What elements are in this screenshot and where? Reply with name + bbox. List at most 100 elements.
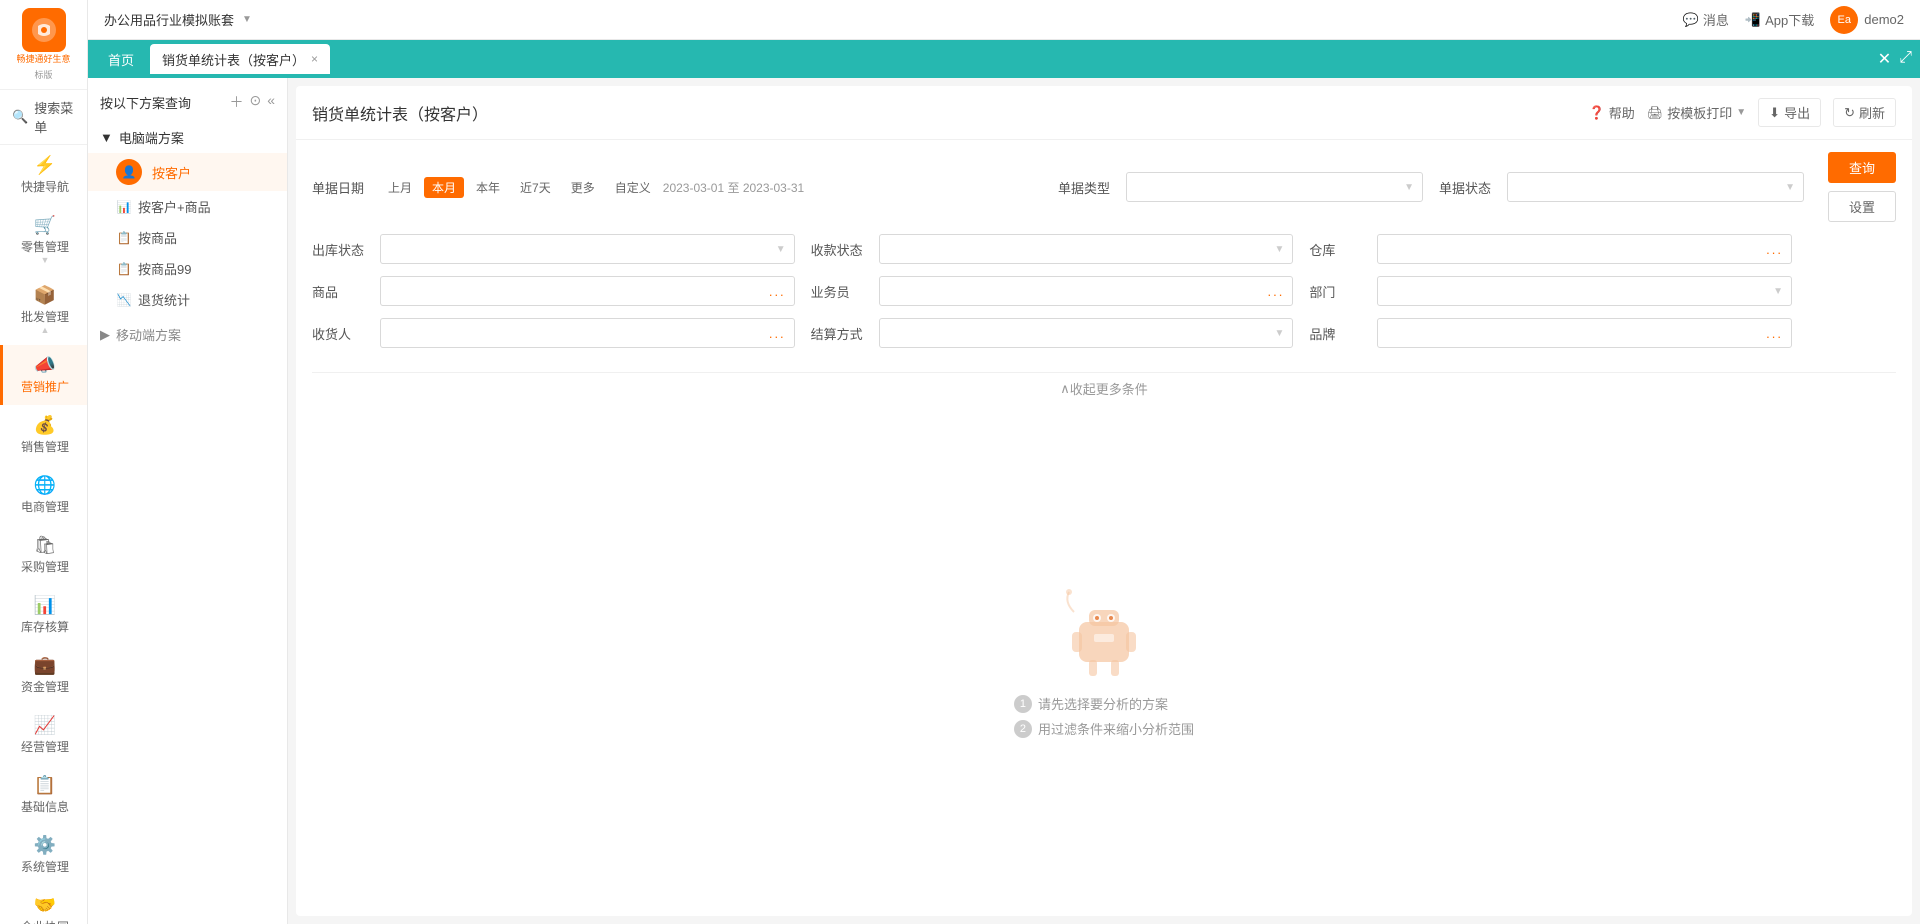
- message-btn[interactable]: 💬 消息: [1683, 10, 1729, 29]
- scheme-group-desktop: ▼ 电脑端方案 👤 按客户 📊 按客户+商品 📋 按商品: [88, 122, 287, 315]
- date-tab-custom[interactable]: 自定义: [607, 177, 659, 198]
- chart-scheme-icon: 📊: [116, 199, 132, 215]
- logo-area: 畅捷通好生意 标版: [0, 0, 87, 90]
- help-btn[interactable]: ❓ 帮助: [1589, 103, 1635, 122]
- type-input[interactable]: ▼: [1126, 172, 1423, 202]
- tab-close-icon[interactable]: ×: [311, 52, 318, 66]
- avatar-text: Ea: [1838, 14, 1851, 26]
- settings-scheme-btn[interactable]: ⊙: [249, 92, 261, 112]
- settlement-dropdown-arrow: ▼: [1274, 328, 1284, 339]
- status-input[interactable]: ▼: [1507, 172, 1804, 202]
- filter-outstatus: 出库状态 ▼: [312, 234, 795, 264]
- filter-status: 单据状态 ▼: [1439, 172, 1804, 202]
- empty-state: 1 请先选择要分析的方案 2 用过滤条件来缩小分析范围: [296, 404, 1912, 916]
- settlement-input[interactable]: ▼: [879, 318, 1294, 348]
- setting-button[interactable]: 设置: [1828, 191, 1896, 222]
- department-input[interactable]: ▼: [1377, 276, 1792, 306]
- sidebar-item-cooperation[interactable]: 🤝 企业协同: [0, 885, 87, 924]
- tab-home[interactable]: 首页: [96, 44, 146, 74]
- sidebar-item-ecommerce[interactable]: 🌐 电商管理: [0, 465, 87, 525]
- receiver-label: 收货人: [312, 324, 372, 343]
- scheme-panel: 按以下方案查询 ＋ ⊙ « ▼ 电脑端方案 👤 按客户: [88, 78, 288, 924]
- collapse-btn[interactable]: ∧ 收起更多条件: [312, 372, 1896, 404]
- scheme-group-desktop-label: 电脑端方案: [119, 128, 184, 147]
- print-btn[interactable]: 🖨 按模板打印 ▼: [1647, 103, 1746, 122]
- sidebar-item-marketing[interactable]: 📣 营销推广: [0, 345, 87, 405]
- retail-icon: 🛒: [34, 215, 56, 236]
- user-area[interactable]: Ea demo2: [1830, 6, 1904, 34]
- refresh-btn[interactable]: ↻ 刷新: [1833, 98, 1896, 127]
- filter-panel: 销货单统计表（按客户） ❓ 帮助 🖨 按模板打印 ▼ ⬇ 导出: [296, 86, 1912, 916]
- scheme-item-bygoods[interactable]: 📋 按商品: [88, 222, 287, 253]
- tab-bar: 首页 销货单统计表（按客户） × ✕ ⤢: [88, 40, 1920, 78]
- date-tab-lastmonth[interactable]: 上月: [380, 177, 420, 198]
- date-tab-7days[interactable]: 近7天: [512, 177, 559, 198]
- breadcrumb: 办公用品行业模拟账套: [104, 10, 234, 29]
- scheme-item-bygoods99[interactable]: 📋 按商品99: [88, 253, 287, 284]
- date-tab-more[interactable]: 更多: [563, 177, 603, 198]
- warehouse-input[interactable]: ...: [1377, 234, 1792, 264]
- help-label: 帮助: [1609, 103, 1635, 122]
- receiptstatus-dropdown-arrow: ▼: [1274, 244, 1284, 255]
- sidebar-item-retail[interactable]: 🛒 零售管理 ▼: [0, 205, 87, 275]
- logo-icon: [22, 8, 66, 52]
- sidebar-item-system[interactable]: ⚙️ 系统管理: [0, 825, 87, 885]
- warehouse-label: 仓库: [1309, 240, 1369, 259]
- brand-input[interactable]: ...: [1377, 318, 1792, 348]
- tab-report[interactable]: 销货单统计表（按客户） ×: [150, 44, 330, 74]
- date-tab-thismonth[interactable]: 本月: [424, 177, 464, 198]
- sidebar-item-label: 基础信息: [21, 798, 69, 815]
- sidebar-item-purchase[interactable]: 🛍 采购管理: [0, 525, 87, 585]
- salesperson-input[interactable]: ...: [879, 276, 1294, 306]
- receiptstatus-input[interactable]: ▼: [879, 234, 1294, 264]
- sidebar-item-finance[interactable]: 💼 资金管理: [0, 645, 87, 705]
- filter-row-1: 单据日期 上月 本月 本年 近7天 更多 自定义 2023-03-01 至 20…: [312, 152, 1896, 222]
- scheme-item-bycustomer-goods[interactable]: 📊 按客户+商品: [88, 191, 287, 222]
- date-tab-thisyear[interactable]: 本年: [468, 177, 508, 198]
- page-title: 销货单统计表（按客户）: [312, 101, 488, 125]
- sidebar-item-operation[interactable]: 📈 经营管理: [0, 705, 87, 765]
- close-all-btn[interactable]: ✕: [1878, 49, 1891, 69]
- department-label: 部门: [1309, 282, 1369, 301]
- query-button[interactable]: 查询: [1828, 152, 1896, 183]
- app-download-btn[interactable]: 📲 App下载: [1745, 10, 1814, 29]
- receiver-input[interactable]: ...: [380, 318, 795, 348]
- sidebar-item-wholesale[interactable]: 📦 批发管理 ▲: [0, 275, 87, 345]
- brand-label: 品牌: [1309, 324, 1369, 343]
- sidebar-item-quicknav[interactable]: ⚡ 快捷导航: [0, 145, 87, 205]
- quicknav-icon: ⚡: [34, 155, 56, 176]
- sidebar-item-search[interactable]: 🔍 搜索菜单: [0, 90, 87, 145]
- filter-header: 销货单统计表（按客户） ❓ 帮助 🖨 按模板打印 ▼ ⬇ 导出: [296, 86, 1912, 140]
- print-dropdown-arrow: ▼: [1736, 107, 1746, 118]
- goods-input[interactable]: ...: [380, 276, 795, 306]
- add-scheme-btn[interactable]: ＋: [229, 92, 243, 112]
- sidebar-item-sales[interactable]: 💰 销售管理: [0, 405, 87, 465]
- scheme-item-bycustomer[interactable]: 👤 按客户: [88, 153, 287, 191]
- tab-actions: ✕ ⤢: [1878, 49, 1912, 69]
- empty-illustration: [1054, 582, 1154, 682]
- outstatus-input[interactable]: ▼: [380, 234, 795, 264]
- scheme-item-returns[interactable]: 📉 退货统计: [88, 284, 287, 315]
- query-btn-group: 查询 设置: [1828, 152, 1896, 222]
- sidebar-item-label: 营销推广: [21, 378, 69, 395]
- scheme-item-returns-label: 退货统计: [138, 290, 190, 309]
- avatar: Ea: [1830, 6, 1858, 34]
- export-btn[interactable]: ⬇ 导出: [1758, 98, 1821, 127]
- sidebar-item-label: 资金管理: [21, 678, 69, 695]
- sidebar-item-basic[interactable]: 📋 基础信息: [0, 765, 87, 825]
- sidebar-nav: 🔍 搜索菜单 ⚡ 快捷导航 🛒 零售管理 ▼ 📦 批发管理 ▲ 📣 营销推广 💰…: [0, 90, 87, 924]
- operation-icon: 📈: [34, 715, 56, 736]
- help-icon: ❓: [1589, 105, 1605, 121]
- basic-icon: 📋: [34, 775, 56, 796]
- message-label: 消息: [1703, 10, 1729, 29]
- sidebar-item-inventory[interactable]: 📊 库存核算: [0, 585, 87, 645]
- print-icon: 🖨: [1647, 105, 1664, 121]
- tab-report-label: 销货单统计表（按客户）: [162, 50, 305, 69]
- maximize-btn[interactable]: ⤢: [1899, 49, 1912, 69]
- receiptstatus-label: 收款状态: [811, 240, 871, 259]
- scheme-group-mobile-title[interactable]: ▶ 移动端方案: [88, 319, 287, 350]
- collapse-up-icon: ∧: [1060, 381, 1070, 397]
- scheme-group-desktop-title[interactable]: ▼ 电脑端方案: [88, 122, 287, 153]
- scheme-item-bygoods99-label: 按商品99: [138, 259, 191, 278]
- collapse-scheme-btn[interactable]: «: [267, 92, 275, 112]
